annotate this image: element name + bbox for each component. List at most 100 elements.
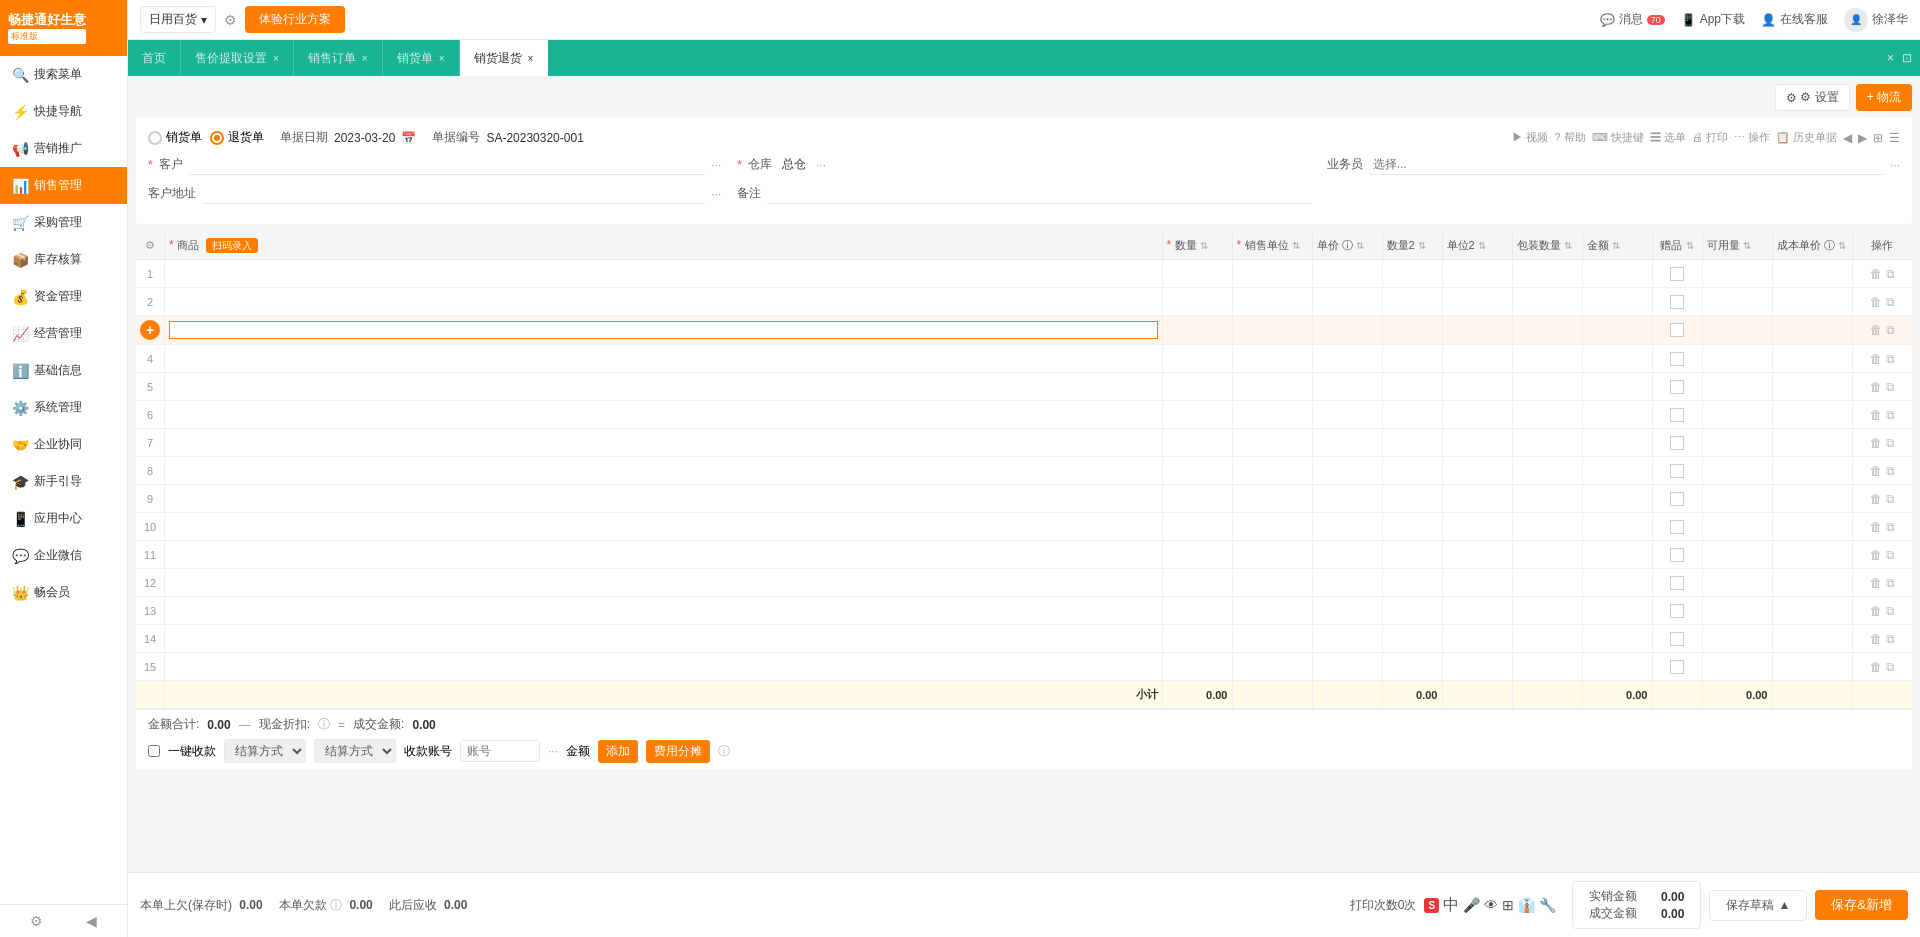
radio-sale[interactable]: 销货单 <box>148 129 202 146</box>
settings-form-btn[interactable]: ⚙ ⚙ 设置 <box>1775 84 1849 111</box>
copy-row-icon-14[interactable]: ⧉ <box>1886 632 1895 646</box>
sidebar-item-基础信息[interactable]: ℹ️基础信息 <box>0 352 127 389</box>
gift-checkbox-1[interactable] <box>1670 267 1684 281</box>
gift-checkbox-8[interactable] <box>1670 464 1684 478</box>
fee-info-icon[interactable]: ⓘ <box>718 743 730 760</box>
calc-method-select[interactable]: 结算方式 <box>224 739 306 763</box>
user-avatar[interactable]: 👤 徐泽华 <box>1844 8 1908 32</box>
sidebar-item-企业微信[interactable]: 💬企业微信 <box>0 537 127 574</box>
tools-icon[interactable]: 🔧 <box>1539 897 1556 913</box>
logistics-btn[interactable]: + 物流 <box>1856 84 1912 111</box>
zh-icon[interactable]: 中 <box>1443 895 1459 916</box>
sidebar-item-库存核算[interactable]: 📦库存核算 <box>0 241 127 278</box>
delete-row-icon-6[interactable]: 🗑 <box>1870 408 1882 422</box>
copy-row-icon-5[interactable]: ⧉ <box>1886 380 1895 394</box>
copy-row-icon-9[interactable]: ⧉ <box>1886 492 1895 506</box>
sort-cost-icon[interactable]: ⇅ <box>1838 240 1846 251</box>
product-input-3[interactable] <box>169 321 1158 339</box>
list-view-icon[interactable]: ☰ <box>1889 131 1900 145</box>
grid-icon[interactable]: ⊞ <box>1502 897 1514 913</box>
eye-icon[interactable]: 👁 <box>1484 897 1498 913</box>
sort-qty-icon[interactable]: ⇅ <box>1200 240 1208 251</box>
delete-row-icon-1[interactable]: 🗑 <box>1870 267 1882 281</box>
sidebar-item-畅会员[interactable]: 👑畅会员 <box>0 574 127 611</box>
gift-checkbox-7[interactable] <box>1670 436 1684 450</box>
summary-method-select[interactable]: 结算方式 <box>314 739 396 763</box>
copy-row-icon-6[interactable]: ⧉ <box>1886 408 1895 422</box>
address-input[interactable] <box>202 183 705 204</box>
address-dots[interactable]: ··· <box>711 187 721 201</box>
sidebar-item-经营管理[interactable]: 📈经营管理 <box>0 315 127 352</box>
gift-checkbox-3[interactable] <box>1670 323 1684 337</box>
gift-checkbox-12[interactable] <box>1670 576 1684 590</box>
gift-checkbox-6[interactable] <box>1670 408 1684 422</box>
gift-checkbox-4[interactable] <box>1670 352 1684 366</box>
account-dots[interactable]: ··· <box>548 744 558 758</box>
copy-row-icon-10[interactable]: ⧉ <box>1886 520 1895 534</box>
tab-销售订单[interactable]: 销售订单× <box>294 40 383 76</box>
industry-select[interactable]: 日用百货 ▾ <box>140 6 216 33</box>
app-download-btn[interactable]: 📱 App下载 <box>1681 11 1745 28</box>
sidebar-collapse-icon[interactable]: ◀ <box>86 913 97 929</box>
sidebar-item-搜索菜单[interactable]: 🔍搜索菜单 <box>0 56 127 93</box>
save-new-btn[interactable]: 保存&新增 <box>1815 890 1908 920</box>
delete-row-icon-3[interactable]: 🗑 <box>1870 323 1882 337</box>
delete-row-icon-11[interactable]: 🗑 <box>1870 548 1882 562</box>
delete-row-icon-15[interactable]: 🗑 <box>1870 660 1882 674</box>
sidebar-item-系统管理[interactable]: ⚙️系统管理 <box>0 389 127 426</box>
operations-btn[interactable]: ⋯ 操作 <box>1734 130 1770 145</box>
mic-icon[interactable]: 🎤 <box>1463 897 1480 913</box>
sort-price-icon[interactable]: ⇅ <box>1356 240 1364 251</box>
sort-unit2-icon[interactable]: ⇅ <box>1478 240 1486 251</box>
calendar-icon[interactable]: 📅 <box>401 131 416 145</box>
tab-销货退货[interactable]: 销货退货× <box>460 40 549 76</box>
tab-close-window-icon[interactable]: × <box>1887 51 1894 65</box>
message-btn[interactable]: 💬 消息 70 <box>1600 11 1665 28</box>
tab-销货单[interactable]: 销货单× <box>383 40 460 76</box>
one-click-collect-check[interactable] <box>148 745 160 757</box>
sidebar-item-采购管理[interactable]: 🛒采购管理 <box>0 204 127 241</box>
delete-row-icon-9[interactable]: 🗑 <box>1870 492 1882 506</box>
copy-row-icon-12[interactable]: ⧉ <box>1886 576 1895 590</box>
debt-info-icon[interactable]: ⓘ <box>330 898 342 912</box>
delete-row-icon-10[interactable]: 🗑 <box>1870 520 1882 534</box>
salesperson-dots[interactable]: ··· <box>1890 158 1900 172</box>
tab-close-2[interactable]: × <box>362 53 368 64</box>
sort-pkg-icon[interactable]: ⇅ <box>1564 240 1572 251</box>
gift-checkbox-13[interactable] <box>1670 604 1684 618</box>
gift-checkbox-10[interactable] <box>1670 520 1684 534</box>
warehouse-dots[interactable]: ··· <box>816 158 826 172</box>
copy-row-icon-1[interactable]: ⧉ <box>1886 267 1895 281</box>
sidebar-item-快捷导航[interactable]: ⚡快捷导航 <box>0 93 127 130</box>
salesperson-input[interactable] <box>1369 154 1884 175</box>
tab-首页[interactable]: 首页 <box>128 40 181 76</box>
sort-gift-icon[interactable]: ⇅ <box>1686 240 1694 251</box>
print-btn[interactable]: 🖨 打印 <box>1692 130 1728 145</box>
history-btn[interactable]: 📋 历史单据 <box>1776 130 1837 145</box>
select-btn[interactable]: ☰ 选单 <box>1650 130 1686 145</box>
sidebar-item-资金管理[interactable]: 💰资金管理 <box>0 278 127 315</box>
sort-qty2-icon[interactable]: ⇅ <box>1418 240 1426 251</box>
copy-row-icon-7[interactable]: ⧉ <box>1886 436 1895 450</box>
delete-row-icon-14[interactable]: 🗑 <box>1870 632 1882 646</box>
gift-checkbox-2[interactable] <box>1670 295 1684 309</box>
delete-row-icon-13[interactable]: 🗑 <box>1870 604 1882 618</box>
delete-row-icon-5[interactable]: 🗑 <box>1870 380 1882 394</box>
copy-row-icon-3[interactable]: ⧉ <box>1886 323 1895 337</box>
sidebar-settings-icon[interactable]: ⚙ <box>30 913 43 929</box>
copy-row-icon-8[interactable]: ⧉ <box>1886 464 1895 478</box>
nav-prev-icon[interactable]: ◀ <box>1843 131 1852 145</box>
copy-row-icon-13[interactable]: ⧉ <box>1886 604 1895 618</box>
sort-unit-icon[interactable]: ⇅ <box>1292 240 1300 251</box>
tab-close-1[interactable]: × <box>273 53 279 64</box>
delete-row-icon-12[interactable]: 🗑 <box>1870 576 1882 590</box>
fee-split-btn[interactable]: 费用分摊 <box>646 740 710 763</box>
nav-next-icon[interactable]: ▶ <box>1858 131 1867 145</box>
tab-close-3[interactable]: × <box>439 53 445 64</box>
save-draft-btn[interactable]: 保存草稿 ▲ <box>1709 890 1807 921</box>
sidebar-item-企业协同[interactable]: 🤝企业协同 <box>0 426 127 463</box>
delete-row-icon-4[interactable]: 🗑 <box>1870 352 1882 366</box>
add-row-btn[interactable]: + <box>140 320 160 340</box>
customer-dots[interactable]: ··· <box>711 158 721 172</box>
experience-btn[interactable]: 体验行业方案 <box>245 6 345 33</box>
